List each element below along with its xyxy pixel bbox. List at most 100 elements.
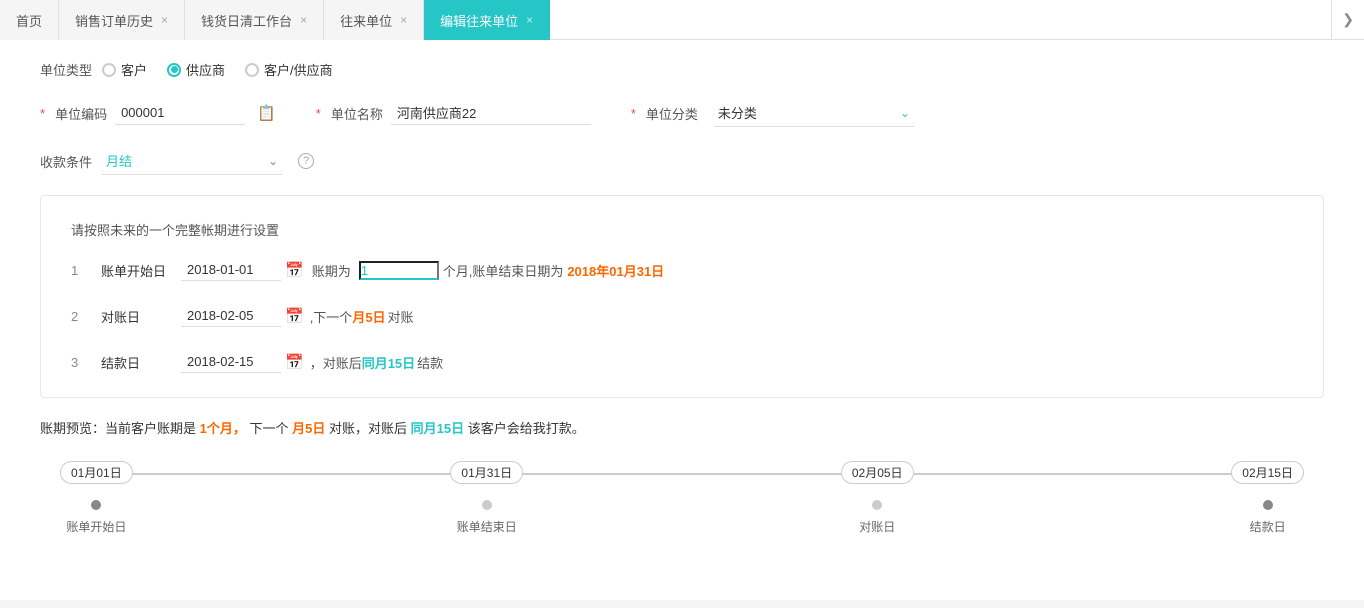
unit-code-label: 单位编码 (55, 104, 107, 123)
tab-edit-partner[interactable]: 编辑往来单位 × (424, 0, 550, 40)
unit-code-icon[interactable]: 📋 (257, 104, 276, 122)
timeline-point-0: 01月01日 账单开始日 (60, 461, 133, 535)
reconciliation-input[interactable] (181, 305, 281, 327)
preview-label: 账期预览：当前客户账期是 (40, 421, 196, 436)
tl-dot-1 (482, 500, 492, 510)
preview-text: 账期预览：当前客户账期是 1个月， 下一个 月5日 对账，对账后 同月15日 该… (40, 418, 1324, 437)
payment-terms-label: 收款条件 (40, 152, 92, 171)
preview-day1: 月5日 (292, 421, 325, 436)
radio-customer-circle (102, 63, 116, 77)
tl-label-3: 结款日 (1250, 518, 1286, 535)
unit-classify-value: 未分类 (718, 103, 900, 122)
row-3-highlight-day: 同月15日 (362, 353, 415, 372)
unit-name-label: 单位名称 (331, 104, 383, 123)
unit-name-required: * (316, 106, 321, 121)
tab-home[interactable]: 首页 (0, 0, 59, 40)
payment-terms-row: 收款条件 月结 ⌄ ? (40, 147, 1324, 175)
radio-customer-label: 客户 (121, 60, 147, 79)
tl-badge-1: 01月31日 (450, 461, 523, 484)
unit-info-row: * 单位编码 📋 * 单位名称 * 单位分类 未分类 ⌄ (40, 99, 1324, 127)
payment-terms-arrow-icon: ⌄ (268, 154, 278, 168)
tab-cashflow-label: 钱货日清工作台 (201, 11, 292, 30)
preview-period-suffix: 下一个 (250, 421, 289, 436)
radio-both-label: 客户/供应商 (264, 60, 333, 79)
tab-partners-label: 往来单位 (340, 11, 392, 30)
row-3-prefix: ，对账后 (310, 353, 362, 372)
row-2-suffix-end: 对账 (388, 307, 414, 326)
preview-period: 1个月， (200, 421, 246, 436)
row-num-1: 1 (71, 263, 101, 278)
reconciliation-cal-icon[interactable]: 📅 (285, 307, 304, 325)
unit-type-row: 单位类型 客户 供应商 客户/供应商 (40, 60, 1324, 79)
unit-classify-arrow-icon: ⌄ (900, 106, 910, 120)
unit-code-input[interactable] (115, 101, 245, 125)
period-settings-box: 请按照未来的一个完整帐期进行设置 1 账单开始日 📅 账期为 个月,账单结束日期… (40, 195, 1324, 398)
preview-text2: 对账，对账后 (329, 421, 407, 436)
unit-name-input[interactable] (391, 101, 591, 125)
row-num-3: 3 (71, 355, 101, 370)
tab-sales-history-close[interactable]: × (161, 13, 168, 27)
unit-classify-required: * (631, 106, 636, 121)
tl-label-1: 账单结束日 (457, 518, 517, 535)
tl-label-0: 账单开始日 (66, 518, 126, 535)
row-2-label: 对账日 (101, 307, 181, 326)
radio-both[interactable]: 客户/供应商 (245, 60, 333, 79)
tab-partners-close[interactable]: × (400, 13, 407, 27)
payment-terms-value: 月结 (106, 151, 268, 170)
tl-dot-2 (872, 500, 882, 510)
tab-sales-history[interactable]: 销售订单历史 × (59, 0, 185, 40)
settlement-cal-icon[interactable]: 📅 (285, 353, 304, 371)
timeline-point-3: 02月15日 结款日 (1231, 461, 1304, 535)
tl-label-2: 对账日 (859, 518, 895, 535)
unit-code-required: * (40, 106, 45, 121)
row-2-prefix: ,下一个 (310, 307, 353, 326)
preview-day2: 同月15日 (411, 421, 464, 436)
tab-sales-history-label: 销售订单历史 (75, 11, 153, 30)
tab-arrow[interactable]: ❯ (1331, 0, 1364, 39)
radio-group: 客户 供应商 客户/供应商 (102, 60, 333, 79)
tl-badge-2: 02月05日 (841, 461, 914, 484)
timeline-point-1: 01月31日 账单结束日 (450, 461, 523, 535)
payment-terms-dropdown[interactable]: 月结 ⌄ (102, 147, 282, 175)
tab-edit-partner-label: 编辑往来单位 (440, 11, 518, 30)
account-start-cal-icon[interactable]: 📅 (285, 261, 304, 279)
tl-dot-3 (1263, 500, 1273, 510)
tl-badge-0: 01月01日 (60, 461, 133, 484)
unit-classify-label: 单位分类 (646, 104, 698, 123)
tab-edit-partner-close[interactable]: × (526, 13, 533, 27)
row-3-suffix-end: 结款 (417, 353, 443, 372)
settlement-input[interactable] (181, 351, 281, 373)
section-title: 请按照未来的一个完整帐期进行设置 (71, 220, 1293, 239)
timeline-point-2: 02月05日 对账日 (841, 461, 914, 535)
tl-badge-3: 02月15日 (1231, 461, 1304, 484)
account-start-input[interactable] (181, 259, 281, 281)
reconciliation-row: 2 对账日 📅 ,下一个 月5日 对账 (71, 305, 1293, 327)
help-icon[interactable]: ? (298, 153, 314, 169)
radio-supplier[interactable]: 供应商 (167, 60, 225, 79)
row-1-suffix-after: 个月,账单结束日期为 (443, 261, 564, 280)
radio-customer[interactable]: 客户 (102, 60, 147, 79)
tab-partners[interactable]: 往来单位 × (324, 0, 424, 40)
tab-home-label: 首页 (16, 11, 42, 30)
unit-classify-dropdown[interactable]: 未分类 ⌄ (714, 99, 914, 127)
row-3-label: 结款日 (101, 353, 181, 372)
row-1-label: 账单开始日 (101, 261, 181, 280)
tab-bar: 首页 销售订单历史 × 钱货日清工作台 × 往来单位 × 编辑往来单位 × ❯ (0, 0, 1364, 40)
radio-supplier-label: 供应商 (186, 60, 225, 79)
period-input[interactable] (359, 261, 439, 280)
settlement-row: 3 结款日 📅 ，对账后 同月15日 结款 (71, 351, 1293, 373)
period-end-date: 2018年01月31日 (567, 261, 664, 280)
radio-supplier-circle (167, 63, 181, 77)
tab-cashflow-close[interactable]: × (300, 13, 307, 27)
row-2-highlight-day: 月5日 (352, 307, 385, 326)
main-content: 单位类型 客户 供应商 客户/供应商 * 单位编码 📋 * 单位名称 (0, 40, 1364, 600)
account-start-row: 1 账单开始日 📅 账期为 个月,账单结束日期为 2018年01月31日 (71, 259, 1293, 281)
tl-dot-0 (91, 500, 101, 510)
row-num-2: 2 (71, 309, 101, 324)
timeline-points: 01月01日 账单开始日 01月31日 账单结束日 02月05日 对账日 02月… (60, 461, 1304, 535)
preview-text3: 该客户会给我打款。 (468, 421, 585, 436)
row-1-suffix-before: 账期为 (312, 261, 351, 280)
tab-cashflow[interactable]: 钱货日清工作台 × (185, 0, 324, 40)
timeline: 01月01日 账单开始日 01月31日 账单结束日 02月05日 对账日 02月… (40, 461, 1324, 535)
radio-both-circle (245, 63, 259, 77)
